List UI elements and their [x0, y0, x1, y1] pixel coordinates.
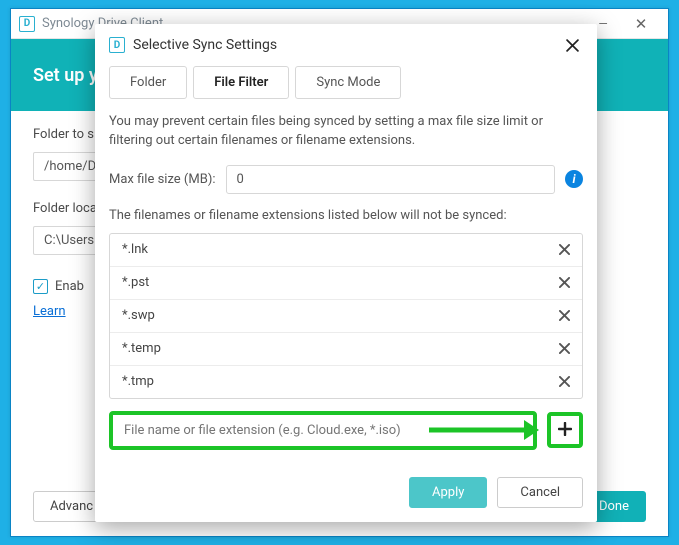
add-extension-input-highlight: [109, 411, 537, 450]
info-icon[interactable]: i: [565, 170, 583, 188]
apply-button[interactable]: Apply: [409, 477, 487, 508]
cancel-button[interactable]: Cancel: [497, 477, 583, 508]
add-extension-row: [109, 411, 583, 450]
ext-text: *.lnk: [122, 242, 148, 257]
close-icon: [559, 343, 570, 354]
exclusion-list: *.lnk *.pst *.swp *.temp *.tmp: [109, 233, 583, 399]
list-item: *.lnk: [110, 234, 582, 267]
close-icon: [559, 244, 570, 255]
list-item: *.pst: [110, 267, 582, 300]
remove-button[interactable]: [559, 340, 570, 358]
exclusion-list-label: The filenames or filename extensions lis…: [109, 208, 583, 223]
dialog-logo-icon: D: [109, 37, 125, 53]
add-extension-input[interactable]: [118, 419, 528, 442]
dialog-tabs: Folder File Filter Sync Mode: [95, 66, 597, 99]
remove-button[interactable]: [559, 241, 570, 259]
dialog-footer: Apply Cancel: [409, 477, 583, 508]
add-extension-button-highlight: [547, 412, 583, 448]
remove-button[interactable]: [559, 274, 570, 292]
selective-sync-dialog: D Selective Sync Settings Folder File Fi…: [95, 24, 597, 522]
dialog-close-button[interactable]: [561, 34, 583, 56]
close-icon: [566, 39, 579, 52]
app-logo-icon: D: [19, 16, 35, 32]
close-icon: [559, 376, 570, 387]
enable-label: Enab: [55, 279, 84, 294]
description-text: You may prevent certain files being sync…: [109, 113, 583, 151]
remove-button[interactable]: [559, 307, 570, 325]
tab-file-filter[interactable]: File Filter: [193, 66, 289, 99]
add-extension-button[interactable]: [558, 420, 572, 441]
list-item: *.temp: [110, 333, 582, 366]
enable-checkbox[interactable]: ✓ Enab: [33, 279, 84, 294]
max-file-size-label: Max file size (MB):: [109, 172, 216, 187]
ext-text: *.temp: [122, 341, 161, 356]
check-icon: ✓: [33, 279, 48, 294]
plus-icon: [558, 422, 572, 436]
max-file-size-input[interactable]: 0: [226, 165, 556, 194]
ext-text: *.tmp: [122, 374, 154, 389]
dialog-title: Selective Sync Settings: [133, 37, 277, 53]
dialog-titlebar: D Selective Sync Settings: [95, 24, 597, 66]
learn-link[interactable]: Learn: [33, 304, 66, 319]
list-item: *.tmp: [110, 366, 582, 398]
tab-folder[interactable]: Folder: [109, 66, 187, 99]
remove-button[interactable]: [559, 373, 570, 391]
close-icon: [559, 310, 570, 321]
ext-text: *.swp: [122, 308, 155, 323]
tab-sync-mode[interactable]: Sync Mode: [295, 66, 401, 99]
dialog-body: You may prevent certain files being sync…: [95, 99, 597, 450]
ext-text: *.pst: [122, 275, 149, 290]
window-close-button[interactable]: ✕: [622, 9, 660, 39]
close-icon: [559, 277, 570, 288]
list-item: *.swp: [110, 300, 582, 333]
